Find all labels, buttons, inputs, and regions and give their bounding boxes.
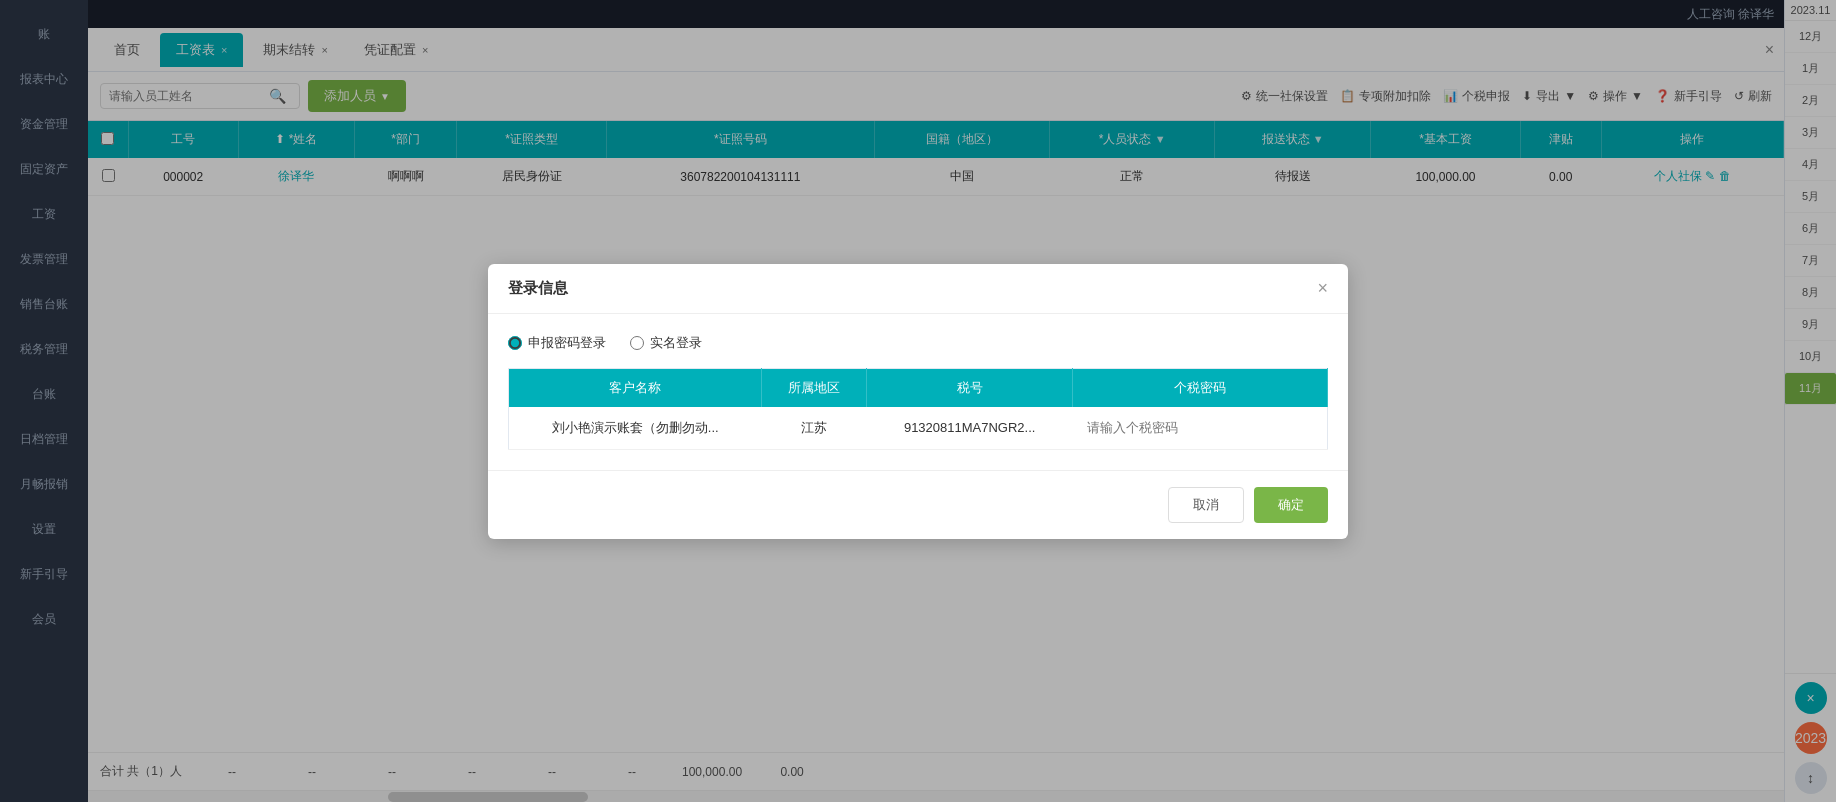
radio-realname-label[interactable]: 实名登录 <box>630 334 702 352</box>
modal-tax-password-input[interactable] <box>1087 420 1313 435</box>
modal-col-tax-password: 个税密码 <box>1073 368 1328 407</box>
modal-body: 申报密码登录 实名登录 客户名称 所属地区 税号 个税密码 <box>488 314 1348 470</box>
cancel-button[interactable]: 取消 <box>1168 487 1244 523</box>
modal-client-name: 刘小艳演示账套（勿删勿动... <box>509 407 762 450</box>
modal-header: 登录信息 × <box>488 264 1348 314</box>
modal-tax-password-input-cell[interactable] <box>1073 407 1328 450</box>
modal-col-client-name: 客户名称 <box>509 368 762 407</box>
modal-table-row: 刘小艳演示账套（勿删勿动... 江苏 91320811MA7NGR2... <box>509 407 1328 450</box>
modal-title: 登录信息 <box>508 279 568 298</box>
confirm-button[interactable]: 确定 <box>1254 487 1328 523</box>
radio-realname-input[interactable] <box>630 336 644 350</box>
modal-col-tax-id: 税号 <box>866 368 1073 407</box>
modal-table: 客户名称 所属地区 税号 个税密码 刘小艳演示账套（勿删勿动... 江苏 913… <box>508 368 1328 450</box>
modal-tax-id: 91320811MA7NGR2... <box>866 407 1073 450</box>
modal-close-button[interactable]: × <box>1317 278 1328 299</box>
modal-footer: 取消 确定 <box>488 470 1348 539</box>
modal-overlay: 登录信息 × 申报密码登录 实名登录 客户名称 所属地区 <box>0 0 1836 802</box>
login-info-modal: 登录信息 × 申报密码登录 实名登录 客户名称 所属地区 <box>488 264 1348 539</box>
modal-col-region: 所属地区 <box>761 368 866 407</box>
radio-password-input[interactable] <box>508 336 522 350</box>
radio-password-label[interactable]: 申报密码登录 <box>508 334 606 352</box>
radio-group: 申报密码登录 实名登录 <box>508 334 1328 352</box>
modal-region: 江苏 <box>761 407 866 450</box>
